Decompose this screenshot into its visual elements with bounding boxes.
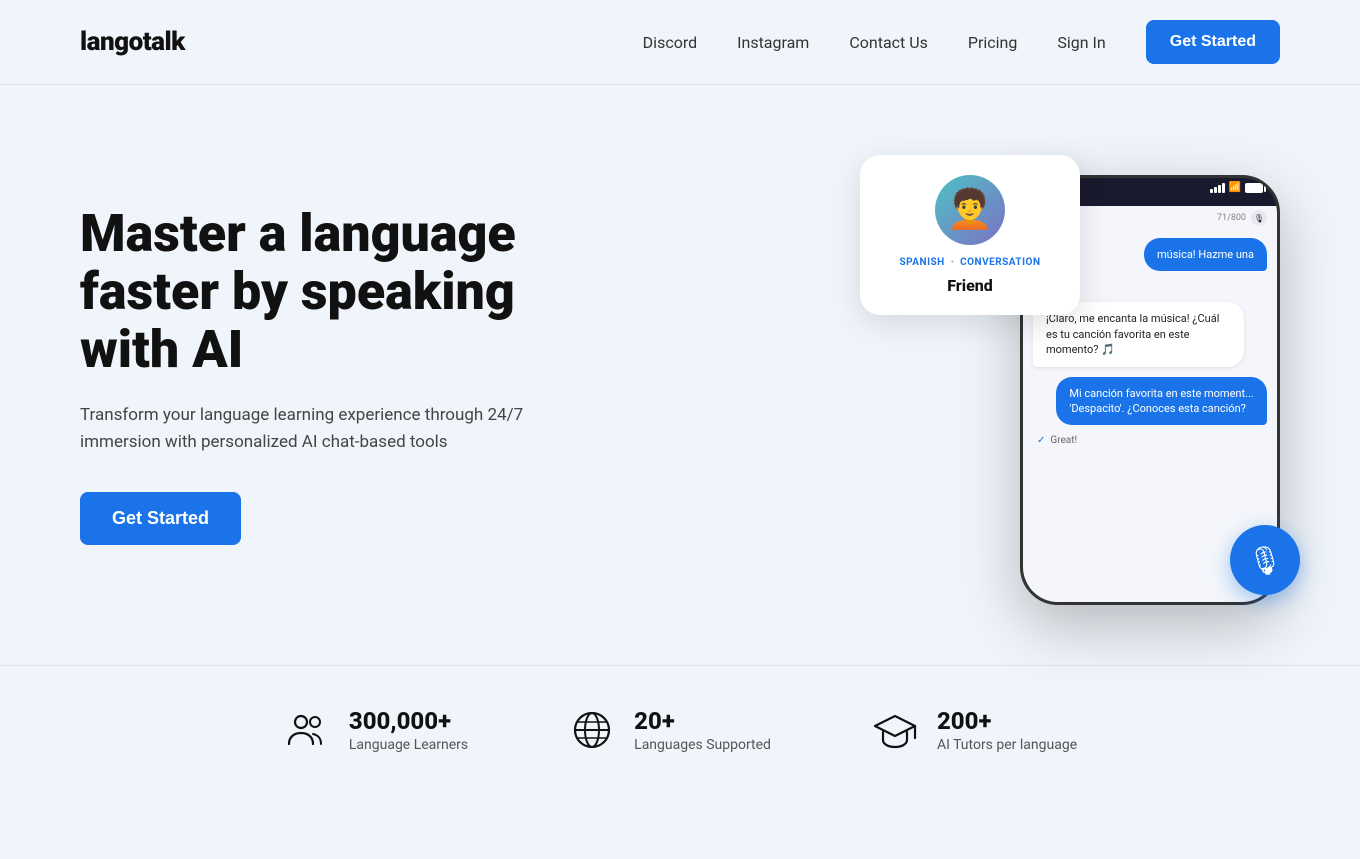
stat-learners-num: 300,000+ xyxy=(349,707,468,735)
stat-tutors-label: AI Tutors per language xyxy=(937,737,1077,753)
stat-languages-num: 20+ xyxy=(634,707,771,735)
hero-section: Master a language faster by speaking wit… xyxy=(0,85,1360,645)
feedback-label-2: Great! xyxy=(1050,435,1077,446)
brand-logo[interactable]: langotalk xyxy=(80,27,185,57)
mic-bubble[interactable]: 🎙 xyxy=(1230,525,1300,595)
phone-notch xyxy=(1115,178,1185,200)
tutor-card: 🧑‍🦱 SPANISH • CONVERSATION Friend xyxy=(860,155,1080,315)
checkmark-icon-2: ✓ xyxy=(1037,435,1045,446)
stat-learners: 300,000+ Language Learners xyxy=(283,706,468,754)
stat-tutors: 200+ AI Tutors per language xyxy=(871,706,1077,754)
globe-icon xyxy=(568,706,616,754)
mic-small-icon: 🎙 xyxy=(1251,210,1267,226)
nav-link-discord[interactable]: Discord xyxy=(643,33,697,52)
nav-cta-button[interactable]: Get Started xyxy=(1146,20,1280,64)
tutor-tags: SPANISH • CONVERSATION xyxy=(884,257,1056,268)
wifi-icon: 📶 xyxy=(1229,182,1241,193)
stat-languages: 20+ Languages Supported xyxy=(568,706,771,754)
phone-status-bar: 📶 xyxy=(1210,182,1263,193)
chat-feedback-2: ✓ Great! xyxy=(1033,435,1267,446)
hero-cta-button[interactable]: Get Started xyxy=(80,492,241,545)
nav-link-signin[interactable]: Sign In xyxy=(1057,33,1105,52)
graduation-icon xyxy=(871,706,919,754)
stat-languages-text: 20+ Languages Supported xyxy=(634,707,771,753)
chat-bubble-ai-2: Mi canción favorita en este moment... 'D… xyxy=(1056,377,1267,426)
hero-subtext: Transform your language learning experie… xyxy=(80,402,600,456)
stats-section: 300,000+ Language Learners 20+ Languages… xyxy=(0,665,1360,804)
users-icon xyxy=(283,706,331,754)
nav-link-pricing[interactable]: Pricing xyxy=(968,33,1018,52)
navbar: langotalk Discord Instagram Contact Us P… xyxy=(0,0,1360,85)
tutor-name: Friend xyxy=(884,276,1056,295)
stat-tutors-text: 200+ AI Tutors per language xyxy=(937,707,1077,753)
hero-heading: Master a language faster by speaking wit… xyxy=(80,205,600,380)
stat-learners-label: Language Learners xyxy=(349,737,468,753)
nav-link-instagram[interactable]: Instagram xyxy=(737,33,809,52)
tutor-tag-type: CONVERSATION xyxy=(960,257,1040,268)
signal-bars-icon xyxy=(1210,183,1225,193)
tag-separator: • xyxy=(951,257,954,268)
hero-visual: 🧑‍🦱 SPANISH • CONVERSATION Friend 📶 xyxy=(860,145,1280,605)
microphone-icon: 🎙 xyxy=(1247,544,1283,577)
tutor-avatar: 🧑‍🦱 xyxy=(935,175,1005,245)
tutor-tag-language: SPANISH xyxy=(900,257,945,268)
progress-text: 71/800 xyxy=(1217,213,1246,223)
avatar-emoji: 🧑‍🦱 xyxy=(946,191,993,229)
stat-languages-label: Languages Supported xyxy=(634,737,771,753)
battery-icon xyxy=(1245,183,1263,193)
nav-link-contact[interactable]: Contact Us xyxy=(849,33,928,52)
hero-text-block: Master a language faster by speaking wit… xyxy=(80,205,600,545)
stat-learners-text: 300,000+ Language Learners xyxy=(349,707,468,753)
nav-links: Discord Instagram Contact Us Pricing Sig… xyxy=(643,20,1280,64)
stat-tutors-num: 200+ xyxy=(937,707,1077,735)
mic-icon-small: 🎙 xyxy=(1254,214,1264,223)
chat-bubble-ai-1: música! Hazme una xyxy=(1144,238,1267,271)
